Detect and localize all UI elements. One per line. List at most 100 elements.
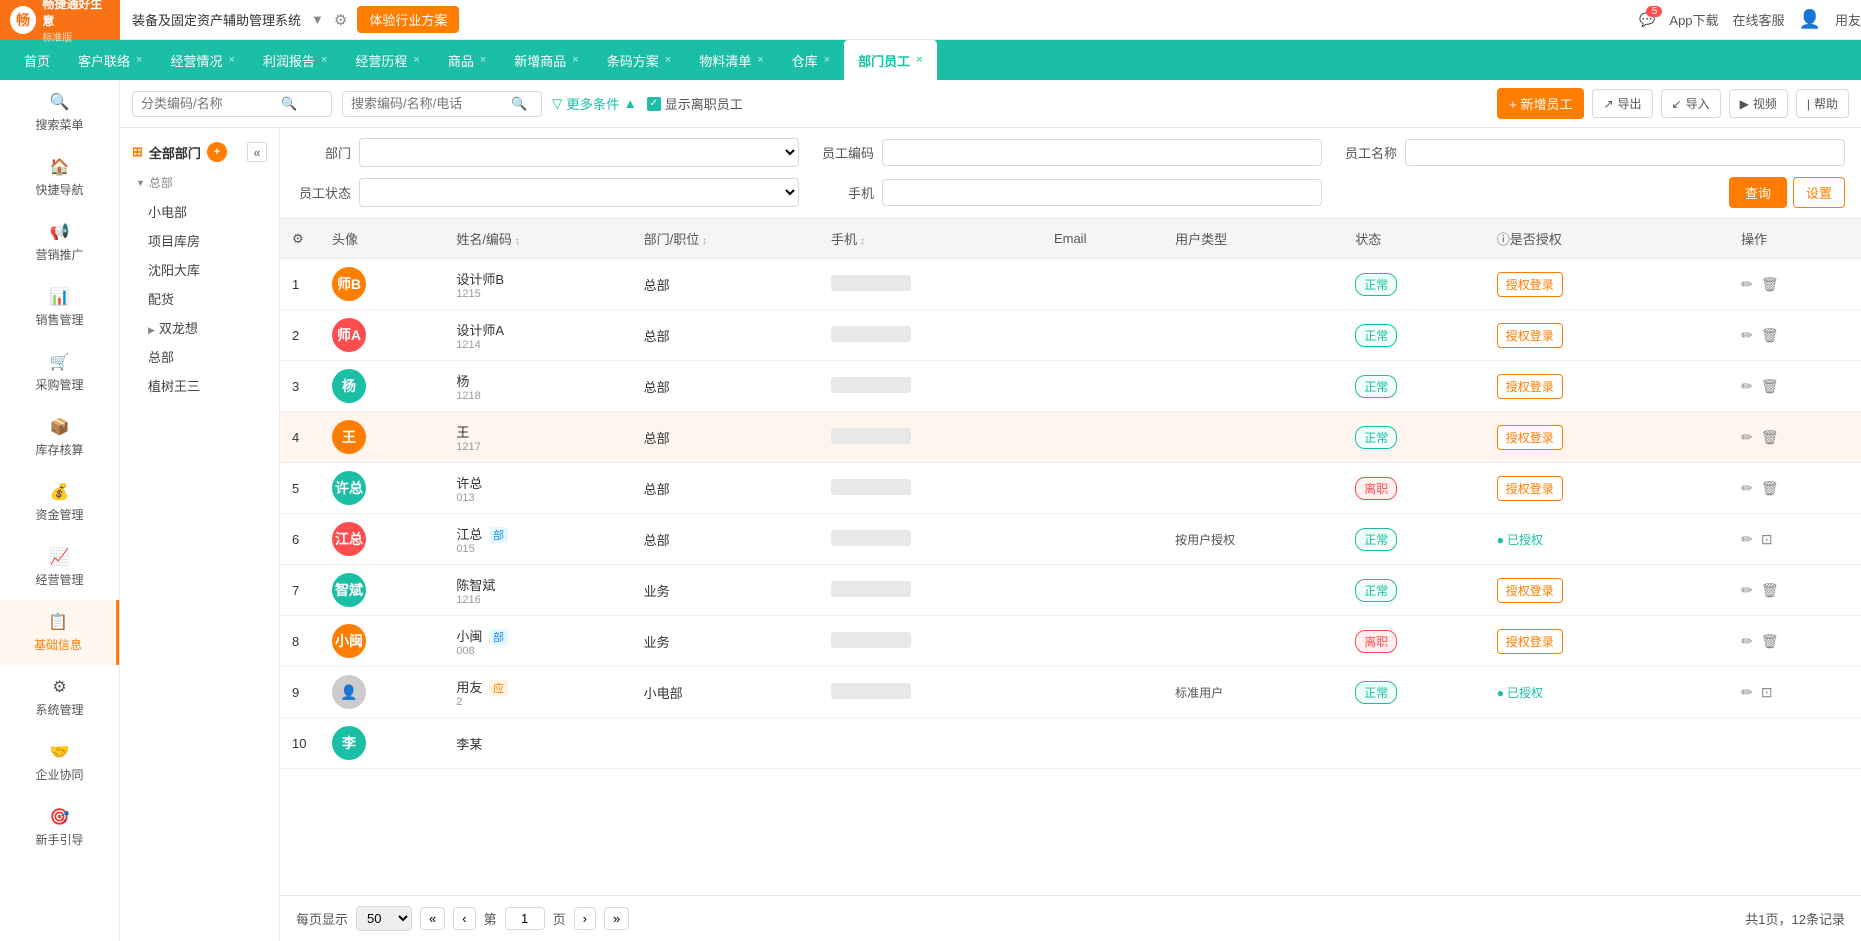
edit-btn[interactable]: ✏ (1741, 684, 1753, 701)
delete-btn[interactable]: 🗑 (1761, 378, 1779, 395)
sidebar-item-purchase[interactable]: 🛒 采购管理 (0, 340, 119, 405)
sidebar-item-finance[interactable]: 💰 资金管理 (0, 470, 119, 535)
sidebar-item-marketing[interactable]: 📢 营销推广 (0, 210, 119, 275)
authorize-btn[interactable]: 授权登录 (1497, 272, 1563, 297)
edit-btn[interactable]: ✏ (1741, 327, 1753, 344)
emp-name-input[interactable] (1405, 139, 1845, 166)
nav-tab-customer-close[interactable]: × (136, 54, 142, 66)
nav-tab-employee[interactable]: 部门员工 × (844, 40, 936, 80)
sidebar-item-basic[interactable]: 📋 基础信息 (0, 600, 119, 665)
tree-item-zswz[interactable]: 植树王三 (120, 371, 279, 400)
view-btn[interactable]: ▶ 视频 (1729, 89, 1788, 118)
nav-tab-employee-close[interactable]: × (916, 54, 922, 66)
add-employee-btn[interactable]: + 新增员工 (1497, 88, 1584, 119)
employee-search-input[interactable] (351, 96, 511, 111)
col-settings[interactable]: ⚙ (280, 219, 320, 259)
authorize-btn[interactable]: 授权登录 (1497, 425, 1563, 450)
add-dept-btn[interactable]: + (207, 142, 227, 162)
authorize-btn[interactable]: 授权登录 (1497, 629, 1563, 654)
edit-btn[interactable]: ✏ (1741, 582, 1753, 599)
col-name[interactable]: 姓名/编码 (444, 219, 631, 259)
export-btn[interactable]: ↗ 导出 (1592, 89, 1652, 118)
help-btn[interactable]: | 帮助 (1796, 89, 1849, 118)
nav-tab-history[interactable]: 经营历程 × (341, 40, 433, 80)
tree-item-xlk[interactable]: 项目库房 (120, 226, 279, 255)
filter-more-btn[interactable]: ▽ 更多条件 ▲ (552, 94, 637, 113)
nav-tab-bom[interactable]: 物料清单 × (685, 40, 777, 80)
authorize-btn[interactable]: 授权登录 (1497, 374, 1563, 399)
tree-item-zb[interactable]: 总部 (120, 342, 279, 371)
search-btn[interactable]: 查询 (1729, 177, 1787, 208)
nav-tab-add-goods-close[interactable]: × (572, 54, 578, 66)
nav-tab-profit[interactable]: 利润报告 × (249, 40, 341, 80)
nav-tab-goods[interactable]: 商品 × (434, 40, 500, 80)
online-service-link[interactable]: 在线客服 (1733, 10, 1785, 29)
copy-btn[interactable]: ⊡ (1761, 684, 1773, 701)
edit-btn[interactable]: ✏ (1741, 429, 1753, 446)
tree-collapse-btn[interactable]: « (247, 142, 267, 162)
authorize-btn[interactable]: 授权登录 (1497, 476, 1563, 501)
nav-tab-bom-close[interactable]: × (757, 54, 763, 66)
set-btn[interactable]: 设置 (1793, 177, 1845, 208)
nav-tab-goods-close[interactable]: × (480, 54, 486, 66)
nav-tab-business-close[interactable]: × (228, 54, 234, 66)
category-search-icon[interactable]: 🔍 (281, 96, 297, 112)
nav-tab-warehouse[interactable]: 仓库 × (778, 40, 844, 80)
delete-btn[interactable]: 🗑 (1761, 633, 1779, 650)
gear-icon[interactable]: ⚙ (334, 11, 347, 29)
next-page-btn[interactable]: › (574, 907, 596, 930)
per-page-select[interactable]: 50 100 (356, 906, 412, 931)
sidebar-item-sales[interactable]: 📊 销售管理 (0, 275, 119, 340)
page-input[interactable] (505, 907, 545, 930)
phone-input[interactable] (882, 179, 1322, 206)
try-btn[interactable]: 体验行业方案 (357, 6, 459, 33)
app-download-link[interactable]: App下载 (1669, 10, 1718, 29)
nav-tab-customer[interactable]: 客户联络 × (64, 40, 156, 80)
authorize-btn[interactable]: 授权登录 (1497, 578, 1563, 603)
nav-tab-add-goods[interactable]: 新增商品 × (500, 40, 592, 80)
delete-btn[interactable]: 🗑 (1761, 582, 1779, 599)
sidebar-item-operation[interactable]: 📈 经营管理 (0, 535, 119, 600)
sidebar-item-nav[interactable]: 🏠 快捷导航 (0, 145, 119, 210)
edit-btn[interactable]: ✏ (1741, 633, 1753, 650)
last-page-btn[interactable]: » (604, 907, 629, 930)
edit-btn[interactable]: ✏ (1741, 378, 1753, 395)
sidebar-item-collab[interactable]: 🤝 企业协同 (0, 730, 119, 795)
sidebar-item-system[interactable]: ⚙ 系统管理 (0, 665, 119, 730)
show-resigned-checkbox[interactable]: 显示离职员工 (647, 94, 743, 113)
delete-btn[interactable]: 🗑 (1761, 480, 1779, 497)
edit-btn[interactable]: ✏ (1741, 480, 1753, 497)
tree-item-slx[interactable]: 双龙想 (120, 313, 279, 342)
delete-btn[interactable]: 🗑 (1761, 429, 1779, 446)
col-phone[interactable]: 手机 (819, 219, 1042, 259)
tree-item-xdb[interactable]: 小电部 (120, 197, 279, 226)
nav-tab-barcode-close[interactable]: × (665, 54, 671, 66)
delete-btn[interactable]: ⊡ (1761, 531, 1773, 548)
authorize-btn[interactable]: 授权登录 (1497, 323, 1563, 348)
nav-tab-history-close[interactable]: × (413, 54, 419, 66)
prev-page-btn[interactable]: ‹ (453, 907, 475, 930)
sidebar-item-guide[interactable]: 🎯 新手引导 (0, 795, 119, 860)
delete-btn[interactable]: 🗑 (1761, 327, 1779, 344)
import-btn[interactable]: ↙ 导入 (1661, 89, 1721, 118)
nav-tab-barcode[interactable]: 条码方案 × (593, 40, 685, 80)
edit-btn[interactable]: ✏ (1741, 276, 1753, 293)
dept-select[interactable] (359, 138, 799, 167)
tree-item-ph[interactable]: 配货 (120, 284, 279, 313)
col-dept[interactable]: 部门/职位 (632, 219, 819, 259)
resigned-checkbox-icon[interactable] (647, 97, 661, 111)
dropdown-arrow[interactable]: ▼ (311, 12, 324, 27)
nav-tab-profit-close[interactable]: × (321, 54, 327, 66)
nav-tab-warehouse-close[interactable]: × (824, 54, 830, 66)
employee-search-icon[interactable]: 🔍 (511, 96, 527, 112)
tree-item-sydk[interactable]: 沈阳大库 (120, 255, 279, 284)
edit-btn[interactable]: ✏ (1741, 531, 1753, 548)
sidebar-item-inventory[interactable]: 📦 库存核算 (0, 405, 119, 470)
delete-btn[interactable]: 🗑 (1761, 276, 1779, 293)
tree-group-head-label[interactable]: 总部 (120, 168, 279, 197)
message-wrap[interactable]: 💬 5 (1639, 12, 1655, 28)
nav-tab-home[interactable]: 首页 (10, 40, 64, 80)
first-page-btn[interactable]: « (420, 907, 445, 930)
emp-code-input[interactable] (882, 139, 1322, 166)
category-search-input[interactable] (141, 96, 281, 111)
